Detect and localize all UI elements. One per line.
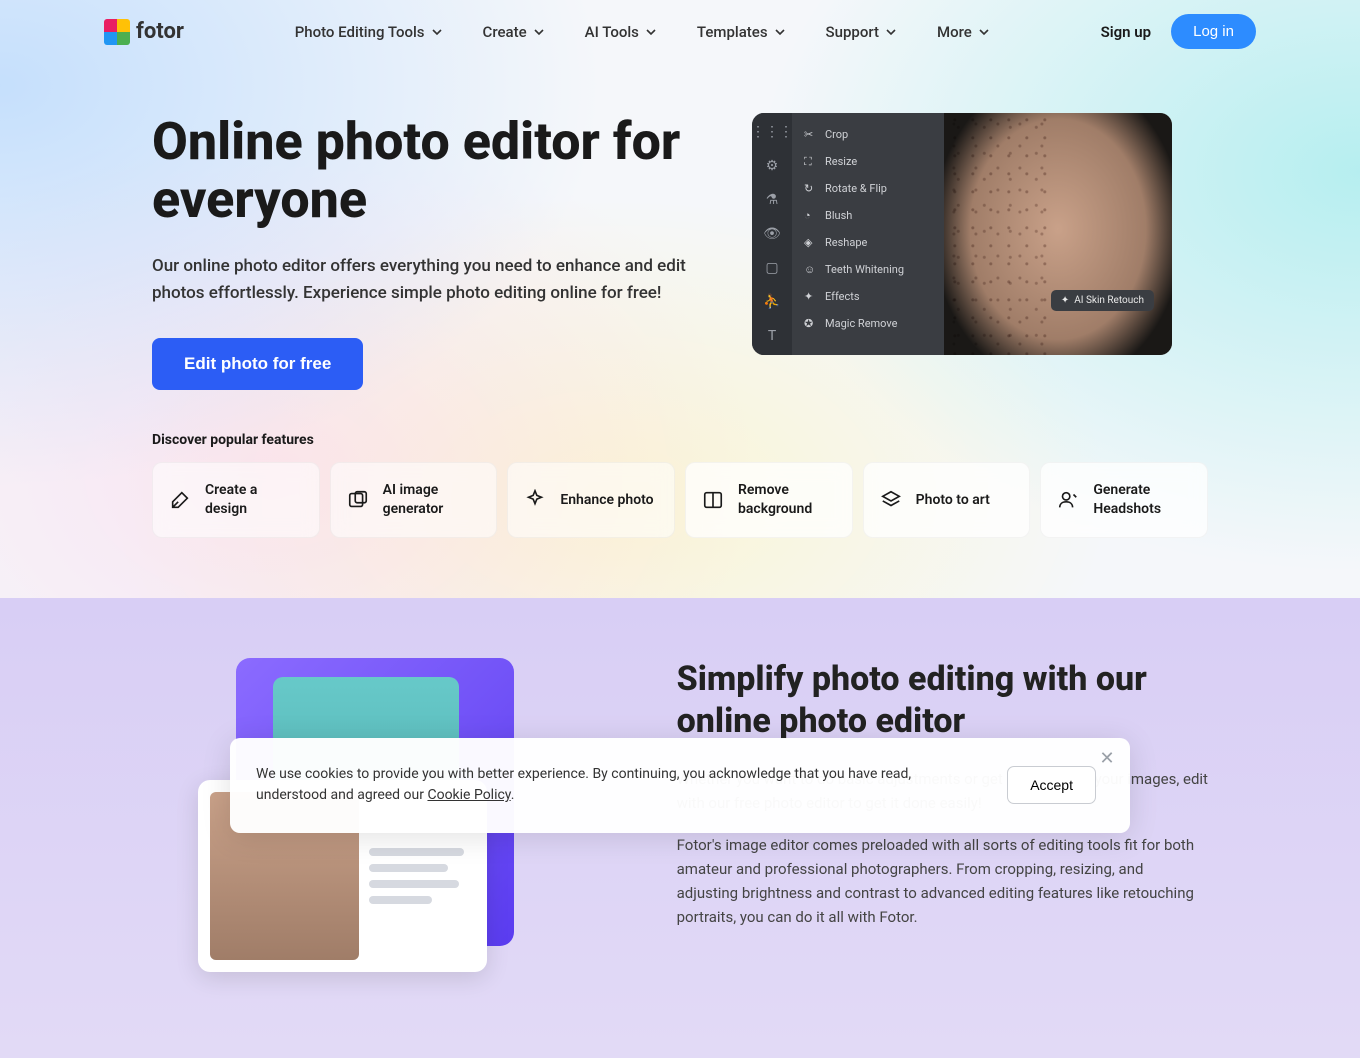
tool-crop: ✂Crop: [792, 121, 944, 148]
cookie-accept-button[interactable]: Accept: [1007, 766, 1096, 804]
logo[interactable]: fotor: [104, 19, 184, 45]
frame-icon: ▢: [763, 259, 781, 277]
chevron-down-icon: [885, 26, 897, 38]
chevron-down-icon: [978, 26, 990, 38]
tool-rotate: ↻Rotate & Flip: [792, 175, 944, 202]
feature-label: Generate Headshots: [1093, 481, 1191, 519]
feature-ai-image-generator[interactable]: AI image generator: [330, 462, 498, 538]
design-icon: [169, 489, 191, 511]
grid-icon: ⋮⋮⋮: [763, 123, 781, 141]
hero-title: Online photo editor for everyone: [152, 113, 692, 229]
logo-mark-icon: [104, 19, 130, 45]
edit-photo-button[interactable]: Edit photo for free: [152, 338, 363, 390]
chevron-down-icon: [533, 26, 545, 38]
brand-name: fotor: [136, 19, 184, 44]
header: fotor Photo Editing Tools Create AI Tool…: [0, 0, 1360, 63]
feature-label: Remove background: [738, 481, 836, 519]
nav-create[interactable]: Create: [483, 23, 545, 41]
feature-label: Create a design: [205, 481, 303, 519]
features-row: Create a design AI image generator Enhan…: [152, 462, 1208, 538]
feature-label: Enhance photo: [560, 491, 653, 510]
feature-photo-to-art[interactable]: Photo to art: [863, 462, 1031, 538]
ai-skin-retouch-badge: ✦AI Skin Retouch: [1051, 290, 1154, 311]
feature-enhance-photo[interactable]: Enhance photo: [507, 462, 675, 538]
hero-description: Our online photo editor offers everythin…: [152, 253, 692, 306]
remove-bg-icon: [702, 489, 724, 511]
tool-teeth: ☺Teeth Whitening: [792, 256, 944, 283]
enhance-icon: [524, 489, 546, 511]
sliders-icon: ⚙: [763, 157, 781, 175]
hero-section: Online photo editor for everyone Our onl…: [152, 63, 1208, 420]
tool-effects: ✦Effects: [792, 283, 944, 310]
person-icon: ⛹: [763, 293, 781, 311]
section2-title: Simplify photo editing with our online p…: [677, 658, 1208, 743]
text-icon: T: [763, 327, 781, 345]
feature-label: Photo to art: [916, 491, 990, 510]
main-nav: Photo Editing Tools Create AI Tools Temp…: [295, 23, 990, 41]
tool-magic-remove: ✪Magic Remove: [792, 310, 944, 337]
art-icon: [880, 489, 902, 511]
eye-icon: 👁: [763, 225, 781, 243]
chevron-down-icon: [774, 26, 786, 38]
feature-create-design[interactable]: Create a design: [152, 462, 320, 538]
feature-label: AI image generator: [383, 481, 481, 519]
tool-rail: ⋮⋮⋮ ⚙ ⚗ 👁 ▢ ⛹ T: [752, 113, 792, 355]
chevron-down-icon: [431, 26, 443, 38]
nav-support[interactable]: Support: [826, 23, 897, 41]
tool-list: ✂Crop ⛶Resize ↻Rotate & Flip ◔Blush ◈Res…: [792, 113, 944, 355]
flask-icon: ⚗: [763, 191, 781, 209]
cookie-policy-link[interactable]: Cookie Policy: [427, 787, 510, 803]
nav-ai-tools[interactable]: AI Tools: [585, 23, 657, 41]
cookie-close-button[interactable]: ✕: [1098, 750, 1116, 768]
chevron-down-icon: [645, 26, 657, 38]
editor-panel: ⋮⋮⋮ ⚙ ⚗ 👁 ▢ ⛹ T ✂Crop ⛶Resize ↻Rotate & …: [752, 113, 944, 355]
signup-link[interactable]: Sign up: [1101, 23, 1152, 41]
close-icon: ✕: [1099, 748, 1114, 769]
cookie-banner: We use cookies to provide you with bette…: [230, 738, 1130, 833]
nav-photo-editing-tools[interactable]: Photo Editing Tools: [295, 23, 443, 41]
tool-reshape: ◈Reshape: [792, 229, 944, 256]
nav-more[interactable]: More: [937, 23, 990, 41]
login-button[interactable]: Log in: [1171, 14, 1256, 49]
nav-templates[interactable]: Templates: [697, 23, 786, 41]
cookie-text: We use cookies to provide you with bette…: [256, 764, 983, 807]
discover-label: Discover popular features: [152, 432, 1208, 448]
image-gen-icon: [347, 489, 369, 511]
sparkle-icon: ✦: [1061, 295, 1069, 306]
feature-generate-headshots[interactable]: Generate Headshots: [1040, 462, 1208, 538]
headshot-icon: [1057, 489, 1079, 511]
hero-preview: ⋮⋮⋮ ⚙ ⚗ 👁 ▢ ⛹ T ✂Crop ⛶Resize ↻Rotate & …: [752, 113, 1172, 355]
before-after-image: ✦AI Skin Retouch: [944, 113, 1172, 355]
tool-resize: ⛶Resize: [792, 148, 944, 175]
feature-remove-background[interactable]: Remove background: [685, 462, 853, 538]
tool-blush: ◔Blush: [792, 202, 944, 229]
